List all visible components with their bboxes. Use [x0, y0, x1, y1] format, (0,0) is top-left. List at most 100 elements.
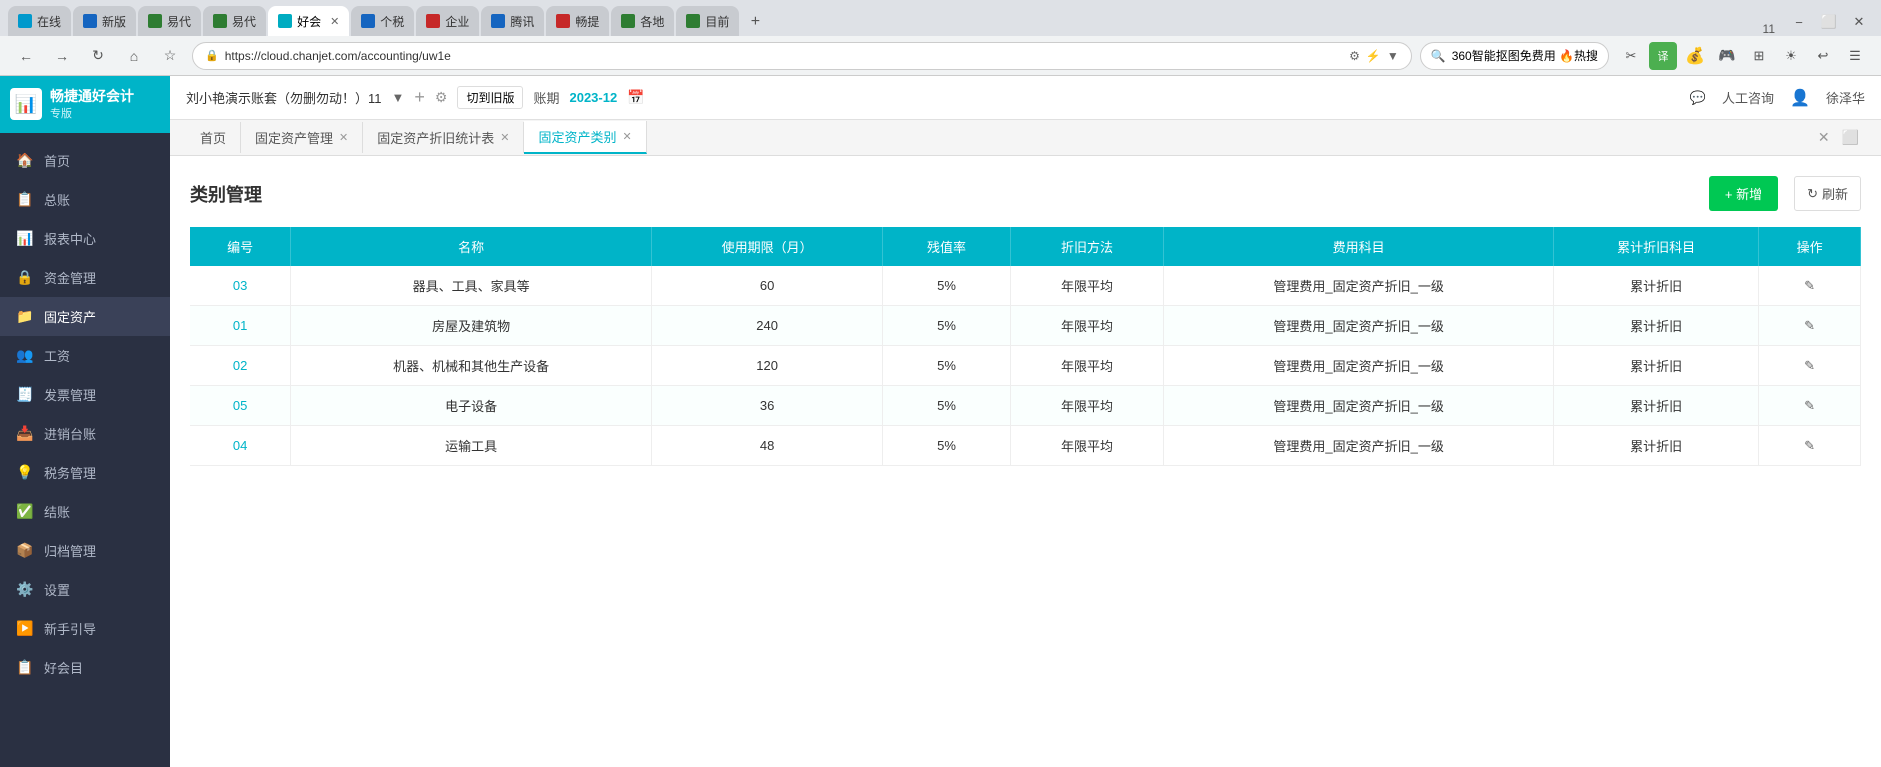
- tax-nav-icon: 💡: [16, 463, 34, 481]
- browser-tab-geshui[interactable]: 个税: [351, 6, 414, 36]
- tab-favicon-geshui: [361, 14, 375, 28]
- browser-tab-gedi[interactable]: 各地: [611, 6, 674, 36]
- haohui-nav-label: 好会目: [44, 658, 83, 677]
- nav-item-stock[interactable]: 📥 进销台账: [0, 414, 170, 453]
- col-expense: 费用科目: [1164, 227, 1554, 266]
- search-box[interactable]: 🔍 360智能抠图免费用 🔥热搜: [1420, 42, 1609, 70]
- switch-old-btn[interactable]: 切到旧版: [457, 86, 523, 109]
- browser-tab-changt[interactable]: 畅提: [546, 6, 609, 36]
- refresh-button[interactable]: ↻ 刷新: [1794, 176, 1861, 211]
- cell-action[interactable]: ✎: [1759, 346, 1861, 386]
- col-period: 使用期限（月）: [651, 227, 882, 266]
- period-label: 账期: [533, 88, 559, 107]
- tab-label-tengxun: 腾讯: [510, 13, 534, 30]
- dropdown-icon[interactable]: ▼: [1387, 49, 1399, 63]
- game-icon[interactable]: 🎮: [1713, 42, 1741, 70]
- nav-items: 🏠 首页 📋 总账 📊 报表中心 🔒 资金管理 📁 固定资产: [0, 133, 170, 767]
- lightning-icon: ⚡: [1366, 49, 1381, 63]
- browser-tab-active[interactable]: 好会 ✕: [268, 6, 349, 36]
- undo-icon[interactable]: ↩: [1809, 42, 1837, 70]
- nav-item-closing[interactable]: ✅ 结账: [0, 492, 170, 531]
- forward-button[interactable]: →: [48, 42, 76, 70]
- browser-tab-new[interactable]: 新版: [73, 6, 136, 36]
- add-account-btn[interactable]: +: [414, 87, 425, 108]
- nav-item-assets[interactable]: 📁 固定资产: [0, 297, 170, 336]
- cell-name: 机器、机械和其他生产设备: [291, 346, 652, 386]
- nav-item-ledger[interactable]: 📋 总账: [0, 180, 170, 219]
- tab-favicon-qiye: [426, 14, 440, 28]
- logo-text: 畅捷通好会计: [50, 88, 134, 105]
- wallet-icon[interactable]: 💰: [1681, 42, 1709, 70]
- grid-icon[interactable]: ⊞: [1745, 42, 1773, 70]
- nav-item-home[interactable]: 🏠 首页: [0, 141, 170, 180]
- cell-name: 房屋及建筑物: [291, 306, 652, 346]
- tab-collapse-btn[interactable]: ✕: [1812, 129, 1836, 146]
- assets-nav-icon: 📁: [16, 307, 34, 325]
- salary-nav-label: 工资: [44, 346, 70, 365]
- brightness-icon[interactable]: ☀: [1777, 42, 1805, 70]
- table-row: 04运输工具485%年限平均管理费用_固定资产折旧_一级累计折旧✎: [190, 426, 1861, 466]
- cell-method: 年限平均: [1010, 426, 1164, 466]
- browser-tab-tengxun[interactable]: 腾讯: [481, 6, 544, 36]
- reports-nav-label: 报表中心: [44, 229, 96, 248]
- scissors-icon[interactable]: ✂: [1617, 42, 1645, 70]
- bookmark-button[interactable]: ☆: [156, 42, 184, 70]
- site-info-icon[interactable]: ⚙: [1349, 49, 1360, 63]
- ledger-nav-label: 总账: [44, 190, 70, 209]
- cell-expense: 管理费用_固定资产折旧_一级: [1164, 346, 1554, 386]
- nav-item-invoice[interactable]: 🧾 发票管理: [0, 375, 170, 414]
- reload-button[interactable]: ↻: [84, 42, 112, 70]
- browser-tab-qiye[interactable]: 企业: [416, 6, 479, 36]
- cell-action[interactable]: ✎: [1759, 426, 1861, 466]
- cell-action[interactable]: ✎: [1759, 386, 1861, 426]
- browser-tab-yidai1[interactable]: 易代: [138, 6, 201, 36]
- app-tab-home[interactable]: 首页: [186, 122, 241, 153]
- logo-icon: 📊: [10, 88, 42, 120]
- cell-action[interactable]: ✎: [1759, 266, 1861, 306]
- app-tab-assets-mgmt-close[interactable]: ✕: [339, 131, 348, 144]
- minimize-button[interactable]: −: [1785, 8, 1813, 36]
- home-button[interactable]: ⌂: [120, 42, 148, 70]
- back-button[interactable]: ←: [12, 42, 40, 70]
- assets-nav-label: 固定资产: [44, 307, 96, 326]
- nav-item-salary[interactable]: 👥 工资: [0, 336, 170, 375]
- menu-icon[interactable]: ☰: [1841, 42, 1869, 70]
- dropdown-arrow[interactable]: ▼: [392, 90, 405, 105]
- nav-item-archive[interactable]: 📦 归档管理: [0, 531, 170, 570]
- cell-period: 36: [651, 386, 882, 426]
- url-bar[interactable]: 🔒 https://cloud.chanjet.com/accounting/u…: [192, 42, 1412, 70]
- tab-expand-btn[interactable]: ⬜: [1836, 129, 1865, 146]
- translate-icon[interactable]: 译: [1649, 42, 1677, 70]
- cell-expense: 管理费用_固定资产折旧_一级: [1164, 306, 1554, 346]
- browser-tab-muqian[interactable]: 目前: [676, 6, 739, 36]
- app-tab-category[interactable]: 固定资产类别 ✕: [524, 121, 646, 154]
- app-tab-depreciation-close[interactable]: ✕: [500, 131, 509, 144]
- nav-item-settings[interactable]: ⚙️ 设置: [0, 570, 170, 609]
- cell-depreciation: 累计折旧: [1553, 386, 1758, 426]
- nav-item-funds[interactable]: 🔒 资金管理: [0, 258, 170, 297]
- app-tab-assets-mgmt[interactable]: 固定资产管理 ✕: [241, 122, 363, 153]
- table-header-row: 编号 名称 使用期限（月） 残值率 折旧方法 费用科目 累计折旧科目 操作: [190, 227, 1861, 266]
- funds-nav-icon: 🔒: [16, 268, 34, 286]
- app-tab-depreciation-label: 固定资产折旧统计表: [377, 128, 494, 147]
- settings-btn[interactable]: ⚙: [435, 89, 448, 106]
- nav-item-reports[interactable]: 📊 报表中心: [0, 219, 170, 258]
- close-window-button[interactable]: ✕: [1845, 8, 1873, 36]
- browser-tab-online[interactable]: 在线: [8, 6, 71, 36]
- cell-action[interactable]: ✎: [1759, 306, 1861, 346]
- support-label[interactable]: 人工咨询: [1722, 88, 1774, 107]
- nav-item-guide[interactable]: ▶️ 新手引导: [0, 609, 170, 648]
- new-tab-button[interactable]: +: [741, 8, 769, 36]
- browser-tab-yidai2[interactable]: 易代: [203, 6, 266, 36]
- nav-item-tax[interactable]: 💡 税务管理: [0, 453, 170, 492]
- nav-item-haohui[interactable]: 📋 好会目: [0, 648, 170, 687]
- calendar-icon[interactable]: 📅: [627, 89, 644, 106]
- app-tabs: 首页 固定资产管理 ✕ 固定资产折旧统计表 ✕ 固定资产类别 ✕ ✕ ⬜: [170, 120, 1881, 156]
- new-button[interactable]: + 新增: [1709, 176, 1778, 211]
- app-tab-category-close[interactable]: ✕: [623, 130, 632, 143]
- cell-depreciation: 累计折旧: [1553, 306, 1758, 346]
- cell-period: 120: [651, 346, 882, 386]
- app-tab-depreciation[interactable]: 固定资产折旧统计表 ✕: [363, 122, 524, 153]
- tab-close-active[interactable]: ✕: [330, 15, 339, 28]
- maximize-button[interactable]: ⬜: [1815, 8, 1843, 36]
